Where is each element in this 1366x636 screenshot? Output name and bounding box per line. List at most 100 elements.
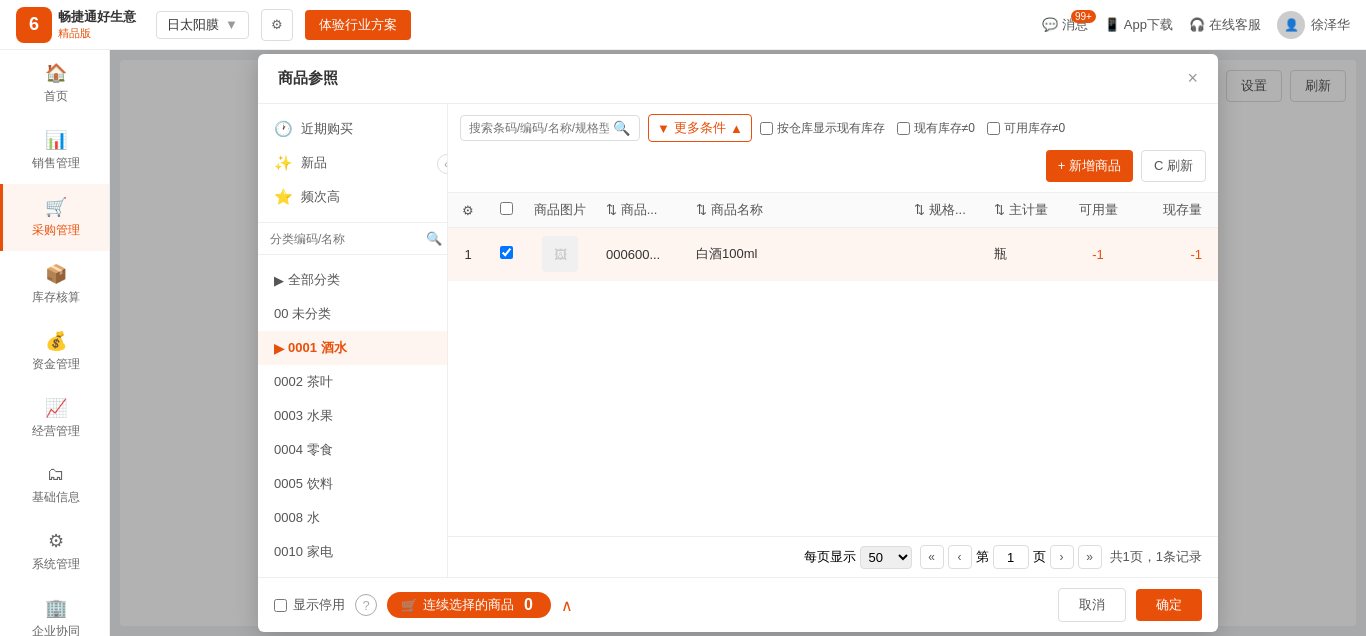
th-available-label: 可用量 [1079, 202, 1118, 217]
category-0004[interactable]: 0004 零食 [258, 433, 447, 467]
system-icon: ⚙ [48, 530, 64, 552]
basic-info-icon: 🗂 [47, 464, 65, 485]
th-available: 可用量 [1058, 193, 1138, 228]
page-next-button[interactable]: › [1050, 545, 1074, 569]
sidebar-item-system[interactable]: ⚙ 系统管理 [0, 518, 109, 585]
sidebar-item-operations[interactable]: 📈 经营管理 [0, 385, 109, 452]
page-last-button[interactable]: » [1078, 545, 1102, 569]
logo: 6 畅捷通好生意 精品版 [16, 7, 136, 43]
row-stock: -1 [1138, 228, 1218, 281]
tab-new-label: 新品 [301, 154, 327, 172]
cart-label: 连续选择的商品 [423, 596, 514, 614]
user-menu[interactable]: 👤 徐泽华 [1277, 11, 1350, 39]
category-all[interactable]: ▶ 全部分类 [258, 263, 447, 297]
sidebar-item-finance[interactable]: 💰 资金管理 [0, 318, 109, 385]
page-first-button[interactable]: « [920, 545, 944, 569]
category-search-input[interactable] [270, 232, 420, 246]
category-label: 全部分类 [288, 271, 340, 289]
show-disabled-input[interactable] [274, 599, 287, 612]
avatar: 👤 [1277, 11, 1305, 39]
category-0010[interactable]: 0010 家电 [258, 535, 447, 569]
category-0008[interactable]: 0008 水 [258, 501, 447, 535]
tab-frequent[interactable]: ⭐ 频次高 [258, 180, 447, 214]
checkbox-stock-nonzero-input[interactable] [897, 122, 910, 135]
confirm-button[interactable]: 确定 [1136, 589, 1202, 621]
headset-icon: 🎧 [1189, 17, 1205, 32]
th-unit-label: 主计量 [1009, 202, 1048, 217]
table-body: 1 🖼 000600... 白酒100ml [448, 228, 1218, 281]
sidebar-item-inventory[interactable]: 📦 库存核算 [0, 251, 109, 318]
message-button[interactable]: 💬 消息 99+ [1042, 16, 1088, 34]
th-stock: 现存量 [1138, 193, 1218, 228]
sidebar-item-home[interactable]: 🏠 首页 [0, 50, 109, 117]
modal-right-panel: 🔍 ▼ 更多条件 ▲ 按仓库显示现有库存 [448, 104, 1218, 577]
settings-icon[interactable]: ⚙ [462, 203, 474, 218]
sidebar-item-enterprise[interactable]: 🏢 企业协同 [0, 585, 109, 636]
page-number-input[interactable] [993, 545, 1029, 569]
cart-icon: 🛒 [401, 598, 417, 613]
filter-button[interactable]: ▼ 更多条件 ▲ [648, 114, 752, 142]
per-page-select[interactable]: 50 20 100 [860, 546, 912, 569]
sidebar-item-basic-info[interactable]: 🗂 基础信息 [0, 452, 109, 518]
checkbox-available-nonzero[interactable]: 可用库存≠0 [987, 120, 1065, 137]
product-search-icon[interactable]: 🔍 [613, 120, 630, 136]
category-0003[interactable]: 0003 水果 [258, 399, 447, 433]
category-label: 0001 酒水 [288, 339, 347, 357]
sidebar-item-label: 销售管理 [32, 155, 80, 172]
select-all-checkbox[interactable] [500, 202, 513, 215]
operations-icon: 📈 [45, 397, 67, 419]
table: ⚙ 商品图片 [448, 193, 1218, 281]
app-download-button[interactable]: 📱 App下载 [1104, 16, 1173, 34]
checkbox-stock-nonzero[interactable]: 现有库存≠0 [897, 120, 975, 137]
category-0002[interactable]: 0002 茶叶 [258, 365, 447, 399]
trial-button[interactable]: 体验行业方案 [305, 10, 411, 40]
product-table: ⚙ 商品图片 [448, 193, 1218, 536]
modal-close-button[interactable]: × [1187, 68, 1198, 89]
modal-footer: 显示停用 ? 🛒 连续选择的商品 0 ∧ 取消 确定 [258, 577, 1218, 632]
cart-collapse-button[interactable]: ∧ [561, 596, 573, 615]
category-label: 0010 家电 [274, 543, 333, 561]
home-icon: 🏠 [45, 62, 67, 84]
modal-title: 商品参照 [278, 69, 338, 88]
checkbox-warehouse-input[interactable] [760, 122, 773, 135]
tab-new[interactable]: ✨ 新品 [258, 146, 447, 180]
cancel-button[interactable]: 取消 [1058, 588, 1126, 622]
new-product-button[interactable]: + 新增商品 [1046, 150, 1133, 182]
category-search-icon[interactable]: 🔍 [426, 231, 442, 246]
table-row[interactable]: 1 🖼 000600... 白酒100ml [448, 228, 1218, 281]
category-00[interactable]: 00 未分类 [258, 297, 447, 331]
product-reference-modal: 商品参照 × 🕐 近期购买 ✨ [258, 54, 1218, 632]
sidebar-item-sales[interactable]: 📊 销售管理 [0, 117, 109, 184]
product-search: 🔍 [460, 115, 640, 141]
expand-icon: ▶ [274, 273, 284, 288]
settings-icon[interactable]: ⚙ [261, 9, 293, 41]
show-disabled-checkbox[interactable]: 显示停用 [274, 596, 345, 614]
th-spec-label: 规格... [929, 202, 966, 217]
customer-service-button[interactable]: 🎧 在线客服 [1189, 16, 1261, 34]
cart-selector[interactable]: 🛒 连续选择的商品 0 [387, 592, 551, 618]
logo-text: 畅捷通好生意 精品版 [58, 8, 136, 41]
table-header: ⚙ 商品图片 [448, 193, 1218, 228]
product-search-input[interactable] [469, 121, 609, 135]
tab-recent[interactable]: 🕐 近期购买 [258, 112, 447, 146]
category-0001[interactable]: ▶ 0001 酒水 [258, 331, 447, 365]
chevron-down-icon: ▼ [225, 17, 238, 32]
main-layout: 🏠 首页 📊 销售管理 🛒 采购管理 📦 库存核算 💰 资金管理 📈 经营管理 … [0, 50, 1366, 636]
category-0005[interactable]: 0005 饮料 [258, 467, 447, 501]
page-prev-button[interactable]: ‹ [948, 545, 972, 569]
row-checkbox[interactable] [500, 246, 513, 259]
checkbox-available-nonzero-input[interactable] [987, 122, 1000, 135]
checkbox-warehouse[interactable]: 按仓库显示现有库存 [760, 120, 885, 137]
refresh-list-button[interactable]: C 刷新 [1141, 150, 1206, 182]
tab-recent-label: 近期购买 [301, 120, 353, 138]
main-area: 查询 设置 刷新 商品参照 × [110, 50, 1366, 636]
category-label: 00 未分类 [274, 305, 331, 323]
page-nav: « ‹ 第 页 › » [920, 545, 1102, 569]
help-button[interactable]: ? [355, 594, 377, 616]
store-selector[interactable]: 日太阳膜 ▼ [156, 11, 249, 39]
page-total: 共1页，1条记录 [1110, 548, 1202, 566]
category-list: ▶ 全部分类 00 未分类 ▶ 0001 酒水 0002 茶 [258, 255, 447, 577]
sidebar-item-purchase[interactable]: 🛒 采购管理 [0, 184, 109, 251]
per-page-label: 每页显示 [804, 548, 856, 566]
show-disabled-label: 显示停用 [293, 596, 345, 614]
